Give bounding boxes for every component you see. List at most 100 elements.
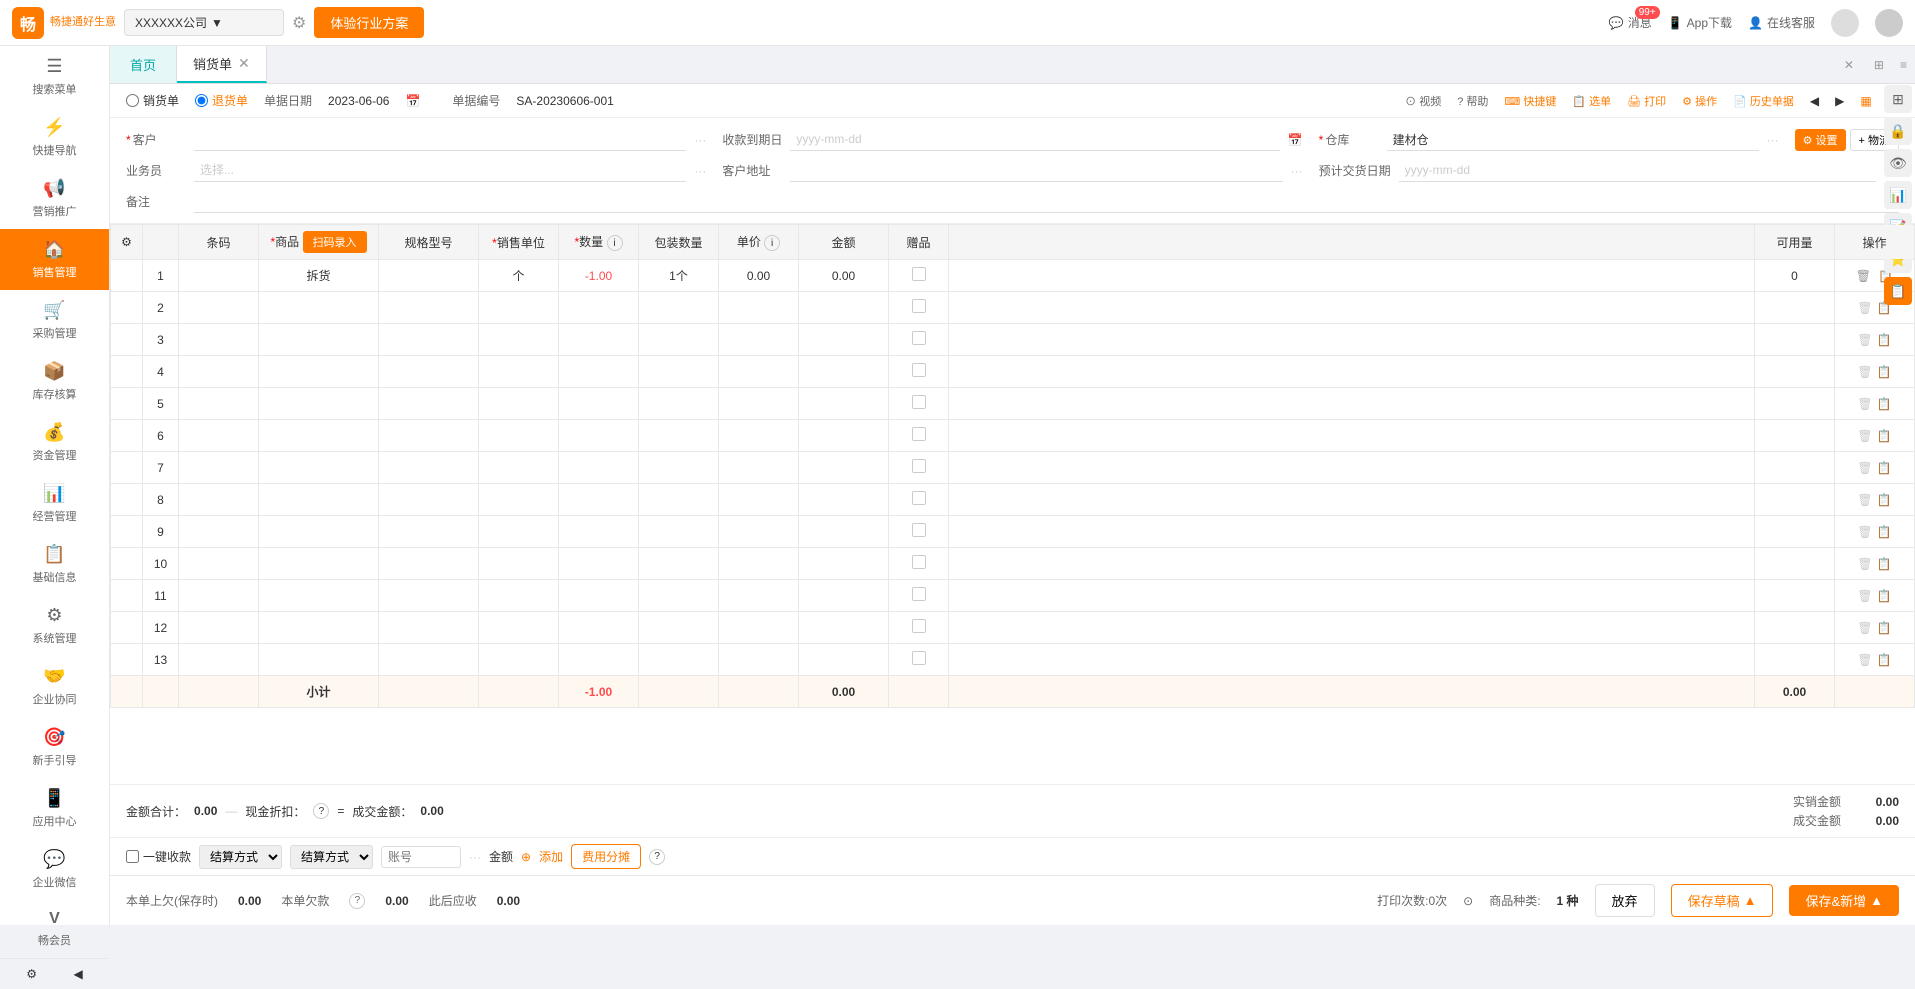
right-btn-7[interactable]: 📋 [1884,277,1912,305]
add-label[interactable]: 添加 [539,848,563,865]
select-order-icon[interactable]: 📋 选单 [1572,93,1611,109]
tab-list-icon[interactable]: ≡ [1892,58,1915,72]
settlement-select[interactable]: 结算方式 [199,845,282,869]
sidebar-item-weixin[interactable]: 💬 企业微信 [0,839,109,900]
print-icon[interactable]: 🖨 打印 [1627,93,1666,109]
discount-info-icon[interactable]: ? [313,803,329,819]
account-more-icon[interactable]: ··· [469,850,481,864]
nav-prev-icon[interactable]: ◀ [1810,94,1819,108]
sidebar-item-member[interactable]: V 畅会员 [0,900,109,958]
sidebar-item-marketing[interactable]: 📢 营销推广 [0,168,109,229]
sidebar-settings-icon[interactable]: ⚙ [26,967,37,981]
row1-gift[interactable] [889,260,949,292]
right-btn-4[interactable]: 📊 [1884,181,1912,209]
delete-icon[interactable]: 🗑 [1857,365,1872,379]
online-service-button[interactable]: 👤 在线客服 [1748,14,1815,31]
account-input[interactable] [381,846,461,868]
delete-icon[interactable]: 🗑 [1857,429,1872,443]
shortcut-icon[interactable]: ⌨ 快捷键 [1504,93,1556,109]
expected-date-input[interactable] [1399,159,1876,182]
sidebar-item-purchase[interactable]: 🛒 采购管理 [0,290,109,351]
save-new-button[interactable]: 保存&新增 ▲ [1789,885,1899,916]
sidebar-item-appstore[interactable]: 📱 应用中心 [0,778,109,839]
calendar-icon[interactable]: 📅 [405,94,420,108]
right-btn-3[interactable]: 👁 [1884,149,1912,177]
remark-input[interactable] [194,190,1899,213]
th-settings[interactable]: ⚙ [111,225,143,260]
sidebar-item-search[interactable]: ☰ 搜索菜单 [0,46,109,107]
warehouse-more-icon[interactable]: ··· [1767,133,1779,147]
row1-unit[interactable]: 个 [479,260,559,292]
collect-calendar-icon[interactable]: 📅 [1288,133,1303,147]
sidebar-item-operation[interactable]: 📊 经营管理 [0,473,109,534]
avatar[interactable] [1831,9,1859,37]
customer-more-icon[interactable]: ··· [694,133,706,147]
row1-spec[interactable] [379,260,479,292]
salesperson-input[interactable] [194,159,686,182]
delete-icon[interactable]: 🗑 [1857,397,1872,411]
product-type-icon[interactable]: ⊙ [1463,894,1473,908]
experience-button[interactable]: 体验行业方案 [314,7,424,38]
history-icon[interactable]: 📄 历史单据 [1733,93,1794,109]
one-click-pay-checkbox[interactable]: 一键收款 [126,848,191,865]
customer-addr-input[interactable] [790,159,1282,182]
customer-input[interactable] [194,128,686,151]
copy-icon[interactable]: 📋 [1877,525,1892,539]
right-btn-2[interactable]: 🔒 [1884,117,1912,145]
copy-icon[interactable]: 📋 [1877,461,1892,475]
save-draft-button[interactable]: 保存草稿 ▲ [1671,884,1774,917]
delete-icon[interactable]: 🗑 [1856,269,1871,283]
delete-icon[interactable]: 🗑 [1857,461,1872,475]
help-icon[interactable]: ? 帮助 [1457,93,1488,109]
price-info-icon[interactable]: i [764,235,780,251]
nav-next-icon[interactable]: ▶ [1835,94,1844,108]
expense-info-icon[interactable]: ? [649,849,665,865]
add-icon[interactable]: ⊕ [521,850,531,864]
sidebar-item-basic-info[interactable]: 📋 基础信息 [0,534,109,595]
expense-split-button[interactable]: 费用分摊 [571,844,641,869]
delete-icon[interactable]: 🗑 [1857,621,1872,635]
discard-button[interactable]: 放弃 [1595,884,1655,917]
sidebar-item-quick-nav[interactable]: ⚡ 快捷导航 [0,107,109,168]
row1-pkg[interactable]: 1个 [639,260,719,292]
account-select[interactable]: 结算方式 [290,845,373,869]
delete-icon[interactable]: 🗑 [1857,301,1872,315]
company-selector[interactable]: XXXXXX公司 ▼ [124,9,284,36]
video-help-icon[interactable]: ⊙ 视频 [1405,93,1441,109]
copy-icon[interactable]: 📋 [1877,493,1892,507]
collect-date-input[interactable] [790,128,1279,151]
sidebar-item-finance[interactable]: 💰 资金管理 [0,412,109,473]
sidebar-item-inventory[interactable]: 📦 库存核算 [0,351,109,412]
settings-gear-icon[interactable]: ⚙ [292,13,306,33]
copy-icon[interactable]: 📋 [1877,429,1892,443]
delete-icon[interactable]: 🗑 [1857,589,1872,603]
tab-grid-icon[interactable]: ⊞ [1866,58,1892,72]
copy-icon[interactable]: 📋 [1877,589,1892,603]
tab-close-all-icon[interactable]: ✕ [1832,58,1866,72]
scan-button[interactable]: 扫码录入 [303,231,367,253]
delete-icon[interactable]: 🗑 [1857,653,1872,667]
sidebar-item-sales[interactable]: 🏠 销售管理 [0,229,109,290]
sales-order-radio[interactable]: 销货单 [126,92,179,109]
tab-close-icon[interactable]: ✕ [238,55,250,72]
sidebar-collapse-icon[interactable]: ◀ [74,967,83,981]
row1-amount[interactable]: 0.00 [799,260,889,292]
copy-icon[interactable]: 📋 [1877,557,1892,571]
delete-icon[interactable]: 🗑 [1857,525,1872,539]
sidebar-item-system[interactable]: ⚙ 系统管理 [0,595,109,656]
copy-icon[interactable]: 📋 [1877,653,1892,667]
sidebar-item-guide[interactable]: 🎯 新手引导 [0,717,109,778]
row1-barcode[interactable] [179,260,259,292]
operation-icon2[interactable]: ⚙ 操作 [1682,93,1717,109]
qty-info-icon[interactable]: i [607,235,623,251]
tab-sales-order[interactable]: 销货单 ✕ [177,46,267,83]
app-download-button[interactable]: 📱 App下载 [1668,14,1732,31]
copy-icon[interactable]: 📋 [1877,397,1892,411]
avatar2[interactable] [1875,9,1903,37]
row1-qty[interactable]: -1.00 [559,260,639,292]
sidebar-item-enterprise[interactable]: 🤝 企业协同 [0,656,109,717]
row1-product[interactable]: 拆货 [259,260,379,292]
copy-icon[interactable]: 📋 [1877,333,1892,347]
message-button[interactable]: 💬 消息 99+ [1609,14,1652,31]
row1-price[interactable]: 0.00 [719,260,799,292]
